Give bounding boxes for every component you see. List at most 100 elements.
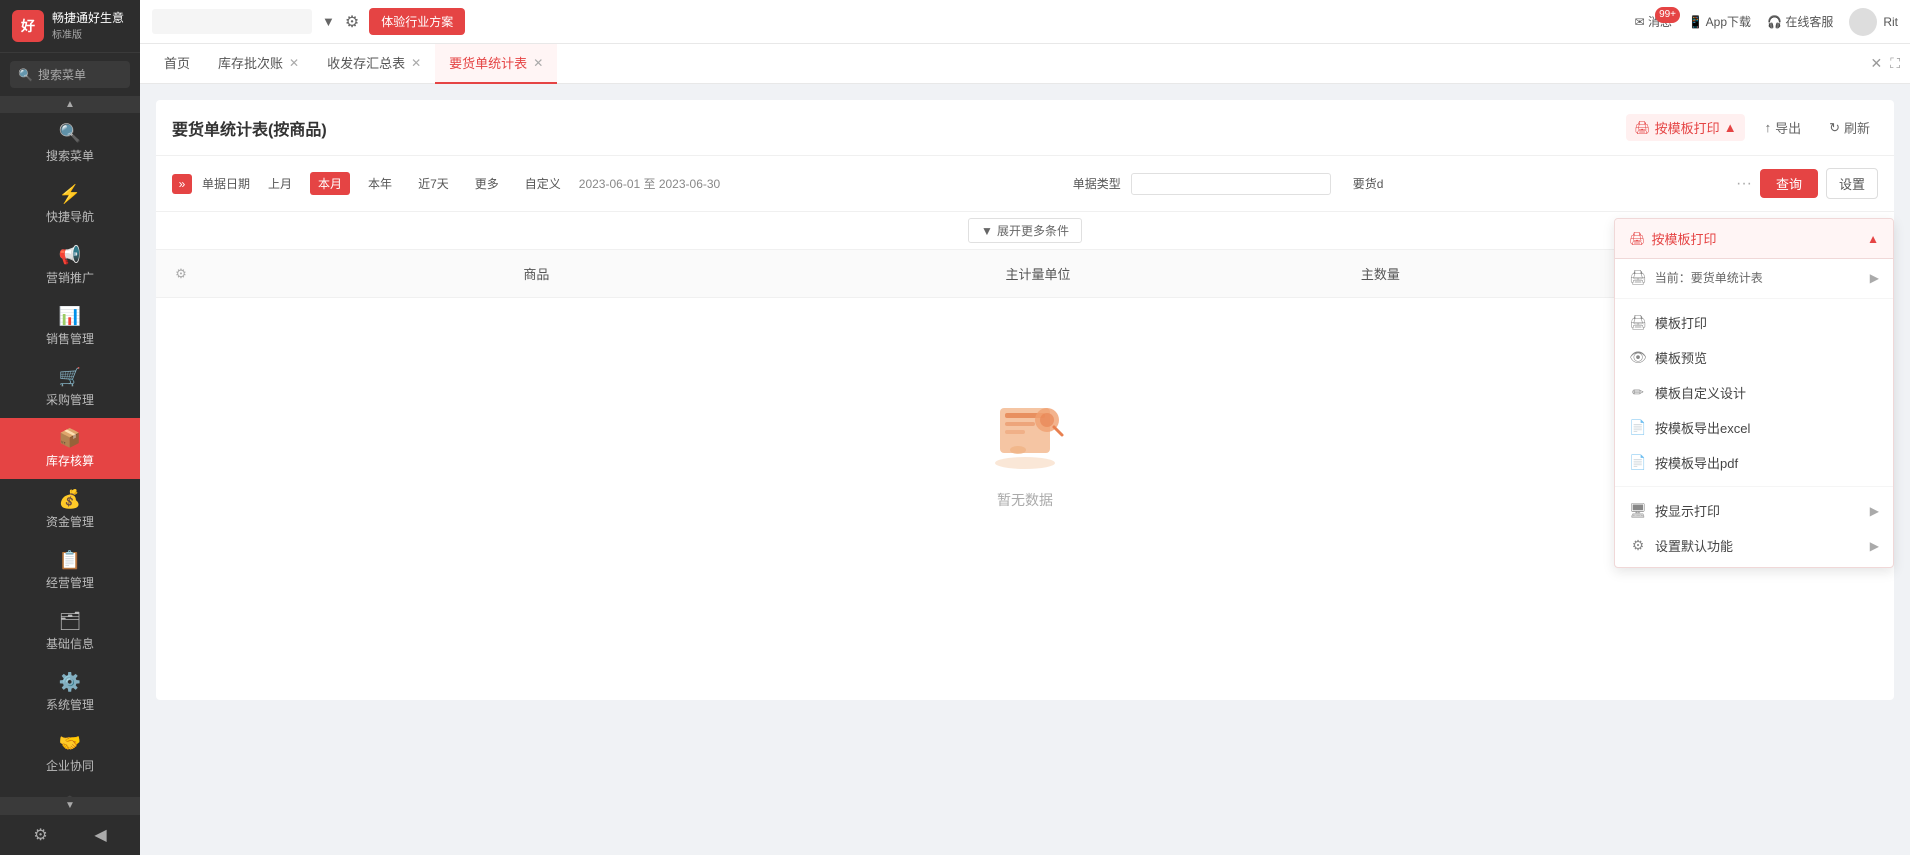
sidebar-item-finance[interactable]: 💰 资金管理 [0, 479, 140, 540]
dropdown-item-template-custom[interactable]: ✏ 模板自定义设计 [1615, 375, 1893, 410]
last-month-btn[interactable]: 上月 [260, 172, 300, 195]
empty-illustration [975, 378, 1075, 478]
chevron-up-icon: ▲ [1724, 120, 1737, 135]
current-template-label[interactable]: 🖨 当前：要货单统计表 ▶ [1615, 263, 1893, 292]
dropdown-panel-title: 🖨 按模板打印 [1629, 229, 1717, 248]
sidebar-item-business[interactable]: 📋 经营管理 [0, 540, 140, 601]
filter-expand-btn[interactable]: » [172, 174, 192, 194]
sidebar-item-quick-nav[interactable]: ⚡ 快捷导航 [0, 174, 140, 235]
sidebar-footer: ⚙ ◀ [0, 814, 140, 855]
service-icon: 🎧 [1767, 15, 1782, 29]
marketing-icon: 📢 [59, 245, 81, 266]
sidebar-item-system[interactable]: ⚙️ 系统管理 [0, 662, 140, 723]
dropdown-divider-1 [1615, 298, 1893, 299]
system-icon: ⚙️ [59, 672, 81, 693]
query-btn[interactable]: 查询 [1760, 169, 1818, 198]
print-template-btn[interactable]: 🖨 按模板打印 ▲ [1626, 114, 1744, 141]
dropdown-item-export-excel[interactable]: 📄 按模板导出excel [1615, 410, 1893, 445]
order-type-select[interactable] [1131, 173, 1331, 195]
dropdown-collapse-btn[interactable]: ▲ [1867, 232, 1879, 246]
refresh-icon: ↻ [1829, 120, 1840, 136]
business-icon: 📋 [59, 550, 81, 571]
tab-close-inventory-batch[interactable]: ✕ [289, 56, 299, 70]
refresh-btn[interactable]: ↻ 刷新 [1821, 114, 1878, 141]
export-pdf-icon: 📄 [1629, 454, 1647, 471]
dropdown-section-current: 🖨 当前：要货单统计表 ▶ [1615, 259, 1893, 296]
tab-inventory-batch[interactable]: 库存批次账 ✕ [204, 44, 313, 84]
export-excel-icon: 📄 [1629, 419, 1647, 436]
filter-bar: » 单据日期 上月 本月 本年 近7天 更多 自定义 2023-06-01 至 … [156, 156, 1894, 212]
message-icon: ✉ [1635, 15, 1645, 29]
dropdown-item-template-print[interactable]: 🖨 模板打印 [1615, 305, 1893, 340]
message-btn[interactable]: ✉ 消息 99+ [1635, 13, 1672, 30]
th-gear[interactable]: ⚙ [156, 260, 206, 288]
export-btn[interactable]: ↑ 导出 [1757, 114, 1810, 141]
app-download-btn[interactable]: 📱 App下载 [1688, 13, 1751, 30]
empty-text: 暂无数据 [997, 490, 1053, 510]
sidebar-nav: 🔍 搜索菜单 ⚡ 快捷导航 📢 营销推广 📊 销售管理 🛒 采购管理 📦 库存核… [0, 113, 140, 797]
sidebar-item-purchase[interactable]: 🛒 采购管理 [0, 357, 140, 418]
default-func-arrow-icon: ▶ [1870, 539, 1879, 553]
tab-home[interactable]: 首页 [150, 44, 204, 84]
current-year-btn[interactable]: 本年 [360, 172, 400, 195]
industry-btn[interactable]: 体验行业方案 [369, 8, 465, 35]
sidebar-item-basic[interactable]: 🗂 基础信息 [0, 601, 140, 662]
default-func-icon: ⚙ [1629, 537, 1647, 554]
sidebar-scroll-down[interactable]: ▼ [0, 797, 140, 814]
inventory-icon: 📦 [59, 428, 81, 449]
tab-order-stats[interactable]: 要货单统计表 ✕ [435, 44, 557, 84]
collapse-footer-btn[interactable]: ◀ [94, 825, 106, 845]
sidebar-item-search-menu[interactable]: 🔍 搜索菜单 [0, 113, 140, 174]
user-profile-btn[interactable]: Rit [1849, 8, 1898, 36]
sidebar-scroll-up[interactable]: ▲ [0, 96, 140, 113]
tab-close-order-stats[interactable]: ✕ [533, 56, 543, 70]
sidebar-item-sales[interactable]: 📊 销售管理 [0, 296, 140, 357]
custom-date-btn[interactable]: 自定义 [517, 172, 569, 195]
settings-btn[interactable]: 设置 [1826, 168, 1878, 199]
dropdown-item-template-preview[interactable]: 👁 模板预览 [1615, 340, 1893, 375]
more-options-btn[interactable]: ··· [1736, 175, 1752, 193]
purchase-icon: 🛒 [59, 367, 81, 388]
topbar-search-box[interactable] [152, 9, 312, 34]
basic-icon: 🗂 [59, 611, 82, 632]
settings-footer-btn[interactable]: ⚙ [33, 825, 47, 845]
dropdown-item-export-pdf[interactable]: 📄 按模板导出pdf [1615, 445, 1893, 480]
dropdown-item-display-print[interactable]: 🖥 按显示打印 ▶ [1615, 493, 1893, 528]
current-month-btn[interactable]: 本月 [310, 172, 350, 195]
sidebar-item-collab[interactable]: 🤝 企业协同 [0, 723, 140, 784]
online-service-btn[interactable]: 🎧 在线客服 [1767, 13, 1833, 30]
expand-more-btn[interactable]: ▼ 展开更多条件 [968, 218, 1082, 243]
display-arrow-icon: ▶ [1870, 504, 1879, 518]
dropdown-item-default-func[interactable]: ⚙ 设置默认功能 ▶ [1615, 528, 1893, 563]
sidebar-item-marketing[interactable]: 📢 营销推广 [0, 235, 140, 296]
th-qty: 主数量 [1209, 258, 1551, 289]
tabs-actions: ✕ ⛶ [1870, 55, 1900, 72]
tab-minimize-btn[interactable]: ✕ [1870, 55, 1882, 72]
chevron-down-icon: ▼ [981, 224, 993, 238]
finance-icon: 💰 [59, 489, 81, 510]
sidebar: 好 畅捷通好生意 标准版 🔍 搜索菜单 ▲ 🔍 搜索菜单 ⚡ 快捷导航 📢 营销… [0, 0, 140, 855]
order-type-label: 单据类型 [1073, 175, 1121, 192]
tab-receipt-summary[interactable]: 收发存汇总表 ✕ [313, 44, 435, 84]
topbar-right: ✉ 消息 99+ 📱 App下载 🎧 在线客服 Rit [1635, 8, 1898, 36]
dropdown-divider-2 [1615, 486, 1893, 487]
topbar-dropdown-btn[interactable]: ▼ [322, 14, 335, 29]
topbar-gear-btn[interactable]: ⚙ [345, 12, 359, 32]
sales-icon: 📊 [59, 306, 81, 327]
tab-expand-btn[interactable]: ⛶ [1890, 55, 1900, 72]
sidebar-item-guide[interactable]: 🎓 新手引导 [0, 784, 140, 797]
th-unit: 主计量单位 [867, 258, 1209, 289]
tab-close-receipt-summary[interactable]: ✕ [411, 56, 421, 70]
page-title: 要货单统计表(按商品) [172, 116, 327, 140]
app-icon: 📱 [1688, 15, 1703, 29]
last7days-btn[interactable]: 近7天 [410, 172, 457, 195]
more-date-btn[interactable]: 更多 [467, 172, 507, 195]
page-content: 要货单统计表(按商品) 🖨 按模板打印 ▲ ↑ 导出 ↻ 刷新 [140, 84, 1910, 855]
sidebar-logo: 好 畅捷通好生意 标准版 [0, 0, 140, 53]
sidebar-search[interactable]: 🔍 搜索菜单 [10, 61, 130, 88]
print-template-dropdown: 🖨 按模板打印 ▲ 🖨 当前：要货单统计表 ▶ 🖨 模板打印 [1614, 218, 1894, 568]
sidebar-item-inventory[interactable]: 📦 库存核算 [0, 418, 140, 479]
user-avatar [1849, 8, 1877, 36]
template-print-icon: 🖨 [1629, 314, 1647, 331]
dropdown-panel-header: 🖨 按模板打印 ▲ [1615, 219, 1893, 259]
